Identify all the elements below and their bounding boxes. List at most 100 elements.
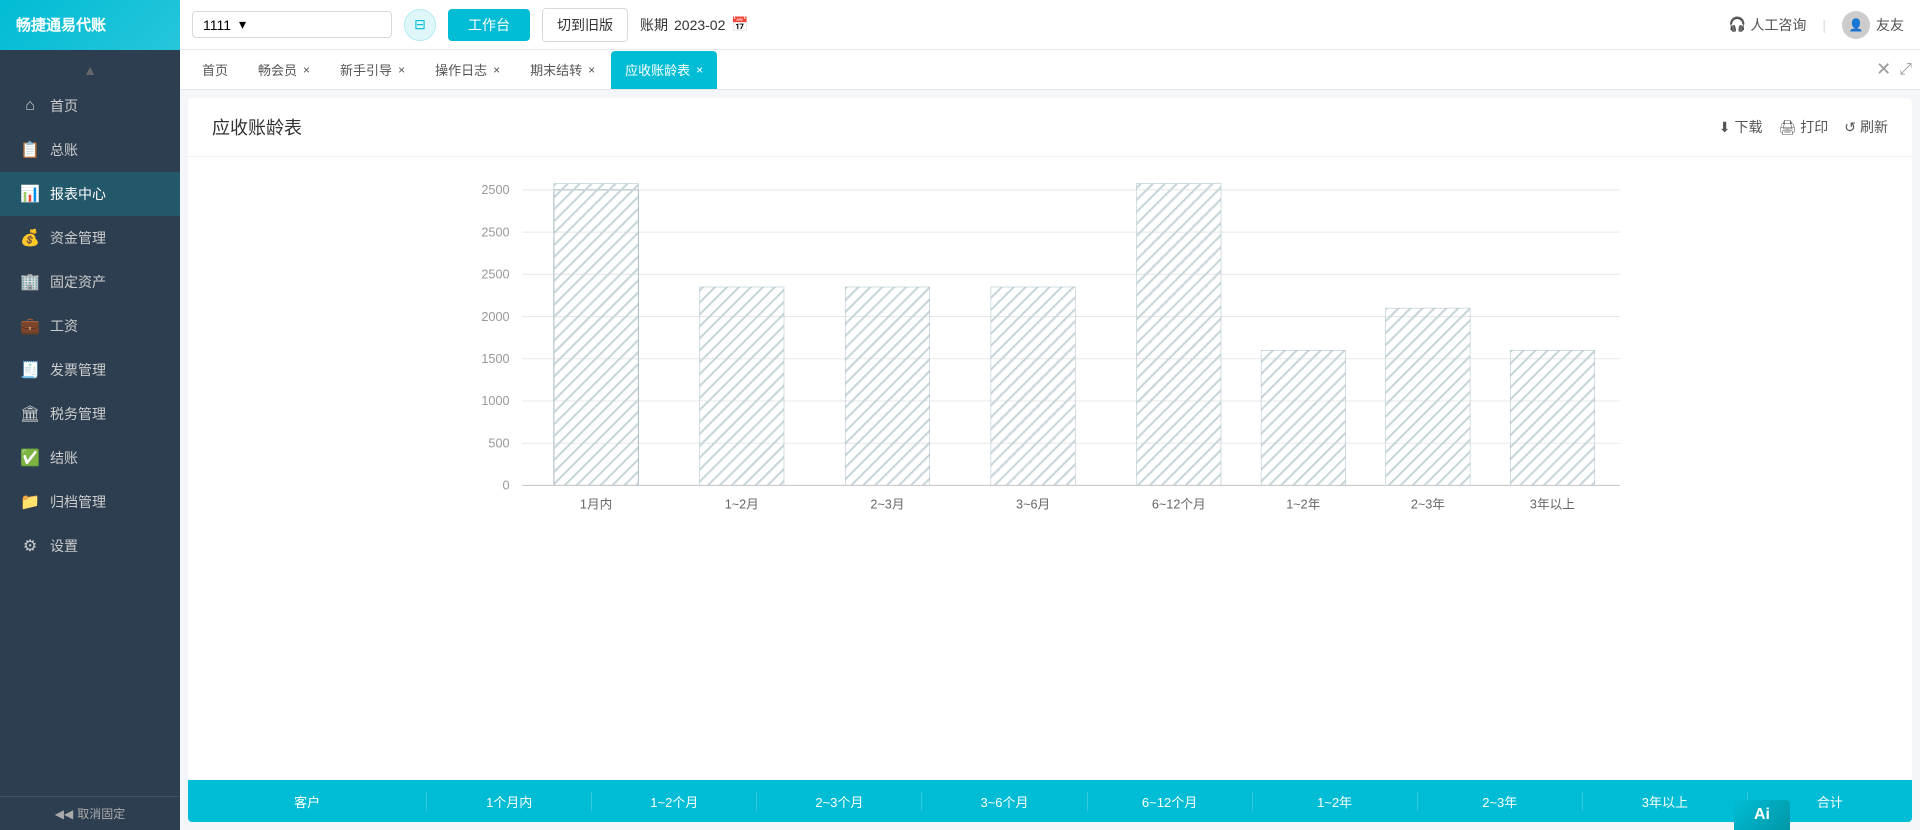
chart-container: 2500 2500 2500 2000 1500 1000 500 0 xyxy=(188,157,1912,780)
sidebar-item-invoice[interactable]: 🧾 发票管理 xyxy=(0,348,180,392)
sidebar-label-ledger: 总账 xyxy=(50,140,78,160)
sidebar-item-home[interactable]: ⌂ 首页 xyxy=(0,84,180,128)
sidebar-label-invoice: 发票管理 xyxy=(50,360,106,380)
ai-badge[interactable]: Ai xyxy=(1734,800,1790,830)
sidebar-item-payroll[interactable]: 💼 工资 xyxy=(0,304,180,348)
table-header-0: 客户 xyxy=(188,792,427,811)
close-all-icon[interactable]: ✕ xyxy=(1876,59,1891,80)
sidebar-icon-ledger: 📋 xyxy=(20,140,40,160)
period-value: 2023-02 xyxy=(674,17,725,33)
sidebar-label-tax: 税务管理 xyxy=(50,404,106,424)
page-actions: ⬇ 下载 🖨 打印 ↺ 刷新 xyxy=(1719,117,1888,137)
tab-member[interactable]: 畅会员 × xyxy=(244,51,324,89)
table-header-1: 1个月内 xyxy=(427,792,592,811)
download-icon: ⬇ xyxy=(1719,119,1731,136)
tab-label-oplog: 操作日志 xyxy=(435,60,487,79)
logo-text: 畅捷通易代账 xyxy=(16,14,106,35)
svg-text:3年以上: 3年以上 xyxy=(1530,498,1575,512)
svg-text:3~6月: 3~6月 xyxy=(1016,498,1050,512)
svg-text:0: 0 xyxy=(503,479,510,493)
sidebar-icon-payroll: 💼 xyxy=(20,316,40,336)
tabs-actions: ✕ ⤢ xyxy=(1876,59,1912,80)
tab-ar-aging[interactable]: 应收账龄表 × xyxy=(611,51,717,89)
table-header-8: 3年以上 xyxy=(1583,792,1748,811)
table-header-2: 1~2个月 xyxy=(592,792,757,811)
tab-label-ar-aging: 应收账龄表 xyxy=(625,60,690,79)
sidebar-icon-invoice: 🧾 xyxy=(20,360,40,380)
page-content: 应收账龄表 ⬇ 下载 🖨 打印 ↺ 刷新 xyxy=(188,98,1912,822)
page-header: 应收账龄表 ⬇ 下载 🖨 打印 ↺ 刷新 xyxy=(188,98,1912,157)
svg-text:1000: 1000 xyxy=(481,394,509,408)
header: 畅捷通易代账 1111 ▾ ⊟ 工作台 切到旧版 账期 2023-02 📅 🎧 … xyxy=(0,0,1920,50)
sidebar-label-payroll: 工资 xyxy=(50,316,78,336)
workbench-button[interactable]: 工作台 xyxy=(448,9,530,41)
cancel-fixed-button[interactable]: ◀◀ 取消固定 xyxy=(0,796,180,830)
download-button[interactable]: ⬇ 下载 xyxy=(1719,117,1763,137)
print-button[interactable]: 🖨 打印 xyxy=(1778,117,1828,137)
switch-button[interactable]: 切到旧版 xyxy=(542,8,628,42)
svg-text:6~12个月: 6~12个月 xyxy=(1152,498,1206,512)
table-header-6: 1~2年 xyxy=(1253,792,1418,811)
chart-wrap: 2500 2500 2500 2000 1500 1000 500 0 xyxy=(212,173,1888,553)
tab-close-member[interactable]: × xyxy=(303,63,310,77)
svg-text:1~2月: 1~2月 xyxy=(725,498,759,512)
sidebar-item-tax[interactable]: 🏛 税务管理 xyxy=(0,392,180,436)
sidebar-item-ledger[interactable]: 📋 总账 xyxy=(0,128,180,172)
tab-close-guide[interactable]: × xyxy=(398,63,405,77)
sidebar-label-settings: 设置 xyxy=(50,536,78,556)
sidebar-icon-archive: 📁 xyxy=(20,492,40,512)
tab-label-member: 畅会员 xyxy=(258,60,297,79)
print-icon: 🖨 xyxy=(1778,119,1796,136)
svg-text:2~3年: 2~3年 xyxy=(1411,498,1445,512)
tab-period-end[interactable]: 期末结转 × xyxy=(516,51,609,89)
sidebar-item-fixed-assets[interactable]: 🏢 固定资产 xyxy=(0,260,180,304)
sidebar-icon-settlement: ✅ xyxy=(20,448,40,468)
tab-label-home: 首页 xyxy=(202,60,228,79)
scroll-up-indicator: ▲ xyxy=(0,56,180,84)
sidebar-item-settings[interactable]: ⚙ 设置 xyxy=(0,524,180,568)
sidebar-item-settlement[interactable]: ✅ 结账 xyxy=(0,436,180,480)
sidebar-icon-funds: 💰 xyxy=(20,228,40,248)
tabs-bar: 首页 畅会员 × 新手引导 × 操作日志 × 期末结转 × 应收账龄表 × ✕ … xyxy=(180,50,1920,90)
table-header-5: 6~12个月 xyxy=(1088,792,1253,811)
tab-oplog[interactable]: 操作日志 × xyxy=(421,51,514,89)
sidebar-icon-reports: 📊 xyxy=(20,184,40,204)
calendar-icon[interactable]: 📅 xyxy=(731,16,748,33)
service-label: 人工咨询 xyxy=(1750,15,1806,35)
page-title: 应收账龄表 xyxy=(212,114,302,140)
refresh-button[interactable]: ↺ 刷新 xyxy=(1844,117,1888,137)
user-name: 友友 xyxy=(1876,15,1904,35)
svg-text:1月内: 1月内 xyxy=(580,498,612,512)
header-right: 🎧 人工咨询 | 👤 友友 xyxy=(1729,11,1904,39)
headset-icon: 🎧 xyxy=(1729,16,1746,33)
table-header-4: 3~6个月 xyxy=(922,792,1087,811)
sidebar-item-archive[interactable]: 📁 归档管理 xyxy=(0,480,180,524)
copy-button[interactable]: ⊟ xyxy=(404,9,436,41)
content-area: 首页 畅会员 × 新手引导 × 操作日志 × 期末结转 × 应收账龄表 × ✕ … xyxy=(180,50,1920,830)
company-name: 1111 xyxy=(203,17,231,33)
cancel-icon: ◀◀ xyxy=(55,807,73,821)
print-label: 打印 xyxy=(1800,117,1828,137)
sidebar-item-reports[interactable]: 📊 报表中心 xyxy=(0,172,180,216)
user-area[interactable]: 👤 友友 xyxy=(1842,11,1904,39)
expand-icon[interactable]: ⤢ xyxy=(1899,61,1912,79)
tab-home[interactable]: 首页 xyxy=(188,51,242,89)
tab-label-guide: 新手引导 xyxy=(340,60,392,79)
sidebar: ▲ ⌂ 首页 📋 总账 📊 报表中心 💰 资金管理 🏢 固定资产 💼 工资 🧾 … xyxy=(0,50,180,830)
sidebar-label-archive: 归档管理 xyxy=(50,492,106,512)
main-layout: ▲ ⌂ 首页 📋 总账 📊 报表中心 💰 资金管理 🏢 固定资产 💼 工资 🧾 … xyxy=(0,50,1920,830)
sidebar-item-funds[interactable]: 💰 资金管理 xyxy=(0,216,180,260)
svg-text:500: 500 xyxy=(488,436,509,450)
sidebar-label-settlement: 结账 xyxy=(50,448,78,468)
service-button[interactable]: 🎧 人工咨询 xyxy=(1729,15,1806,35)
svg-text:2500: 2500 xyxy=(481,268,509,282)
logo-area: 畅捷通易代账 xyxy=(0,0,180,50)
tab-close-oplog[interactable]: × xyxy=(493,63,500,77)
sidebar-icon-home: ⌂ xyxy=(20,97,40,115)
tab-label-period-end: 期末结转 xyxy=(530,60,582,79)
tab-guide[interactable]: 新手引导 × xyxy=(326,51,419,89)
tab-close-ar-aging[interactable]: × xyxy=(696,63,703,77)
company-selector[interactable]: 1111 ▾ xyxy=(192,11,392,38)
tab-close-period-end[interactable]: × xyxy=(588,63,595,77)
refresh-label: 刷新 xyxy=(1860,117,1888,137)
